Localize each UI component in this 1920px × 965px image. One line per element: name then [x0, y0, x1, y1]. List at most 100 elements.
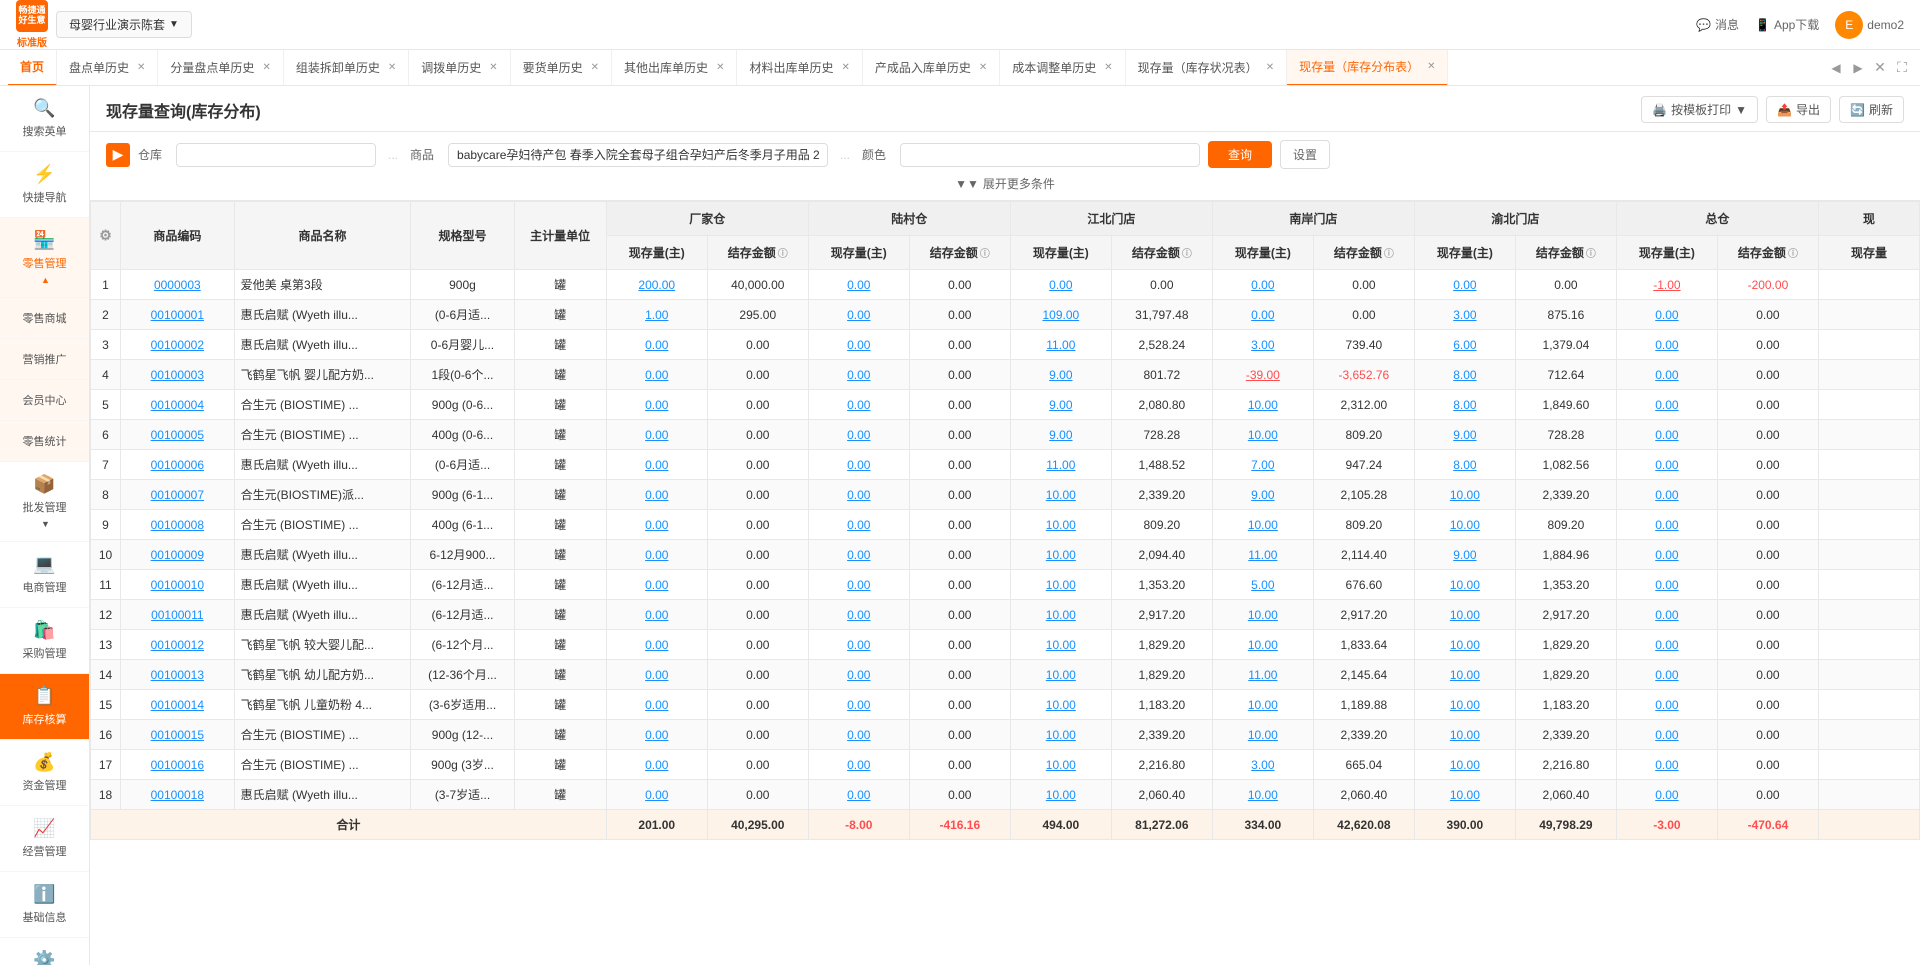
chevron-down-icon: ▼▼	[955, 177, 979, 191]
product-input[interactable]	[448, 143, 828, 167]
message-btn[interactable]: 💬 消息	[1696, 16, 1739, 33]
tab-material-out[interactable]: 材料出库单历史 ✕	[737, 50, 862, 86]
sidebar-item-retail-stat[interactable]: 零售统计	[0, 421, 89, 462]
cell-no: 10	[91, 540, 121, 570]
sidebar-item-nav[interactable]: ⚡ 快捷导航	[0, 152, 89, 218]
color-input[interactable]	[900, 143, 1200, 167]
info-icon[interactable]: ⓘ	[778, 249, 788, 260]
sidebar-item-member[interactable]: 会员中心	[0, 380, 89, 421]
tab-stock-dist[interactable]: 现存量（库存分布表） ✕	[1287, 50, 1448, 86]
tab-stock-status[interactable]: 现存量（库存状况表） ✕	[1126, 50, 1287, 86]
cell-jb-amt: 801.72	[1111, 360, 1212, 390]
close-icon[interactable]: ✕	[388, 62, 396, 73]
sidebar-item-operations[interactable]: 📈 经营管理	[0, 806, 89, 872]
cell-f-qty: 0.00	[606, 390, 707, 420]
tab-product-in[interactable]: 产成品入库单历史 ✕	[863, 50, 1000, 86]
close-icon[interactable]: ✕	[841, 62, 849, 73]
info-icon[interactable]: ⓘ	[1788, 249, 1798, 260]
settings-icon[interactable]: ⚙	[99, 227, 112, 243]
cell-name: 飞鹤星飞帆 幼儿配方奶...	[234, 660, 411, 690]
cell-extra	[1818, 540, 1919, 570]
user-area[interactable]: E demo2	[1835, 11, 1904, 39]
sidebar-item-ecommerce[interactable]: 💻 电商管理	[0, 542, 89, 608]
export-btn[interactable]: 📤 导出	[1766, 96, 1831, 123]
table-row: 16 00100015 合生元 (BIOSTIME) ... 900g (12-…	[91, 720, 1920, 750]
sidebar-item-system[interactable]: ⚙️ 系统管理	[0, 938, 89, 965]
close-icon[interactable]: ✕	[262, 62, 270, 73]
cell-unit: 罐	[514, 300, 606, 330]
sidebar-item-marketing[interactable]: 营销推广	[0, 339, 89, 380]
cell-extra	[1818, 480, 1919, 510]
sidebar-label: 快捷导航	[23, 189, 67, 205]
info-icon[interactable]: ⓘ	[1182, 249, 1192, 260]
info-icon[interactable]: ⓘ	[1586, 249, 1596, 260]
summary-yb-amt: 49,798.29	[1515, 810, 1616, 840]
sidebar-item-purchase[interactable]: 🛍️ 采购管理	[0, 608, 89, 674]
cell-yb-amt: 1,829.20	[1515, 660, 1616, 690]
col-f-amt: 结存金额ⓘ	[707, 236, 808, 270]
app-download-btn[interactable]: 📱 App下载	[1755, 16, 1819, 33]
table-container: ⚙ 商品编码 商品名称 规格型号 主计量单位 厂家仓 陆村仓 江北门店 南岸门店…	[90, 201, 1920, 965]
collapse-arrow[interactable]: ▶	[106, 143, 130, 167]
tab-inventory-check[interactable]: 盘点单历史 ✕	[57, 50, 158, 86]
sidebar-item-retail-mall[interactable]: 零售商城	[0, 298, 89, 339]
cell-na-qty: 10.00	[1212, 630, 1313, 660]
cell-na-amt: 1,833.64	[1313, 630, 1414, 660]
nav-expand-icon[interactable]: ⛶	[1892, 58, 1912, 78]
info-icon[interactable]: ⓘ	[980, 249, 990, 260]
cell-jb-qty: 9.00	[1010, 420, 1111, 450]
tab-assembly[interactable]: 组装拆卸单历史 ✕	[284, 50, 409, 86]
cell-name: 惠氏启赋 (Wyeth illu...	[234, 300, 411, 330]
info-icon[interactable]: ⓘ	[1384, 249, 1394, 260]
cell-jb-qty: 10.00	[1010, 570, 1111, 600]
sidebar-item-search[interactable]: 🔍 搜索英单	[0, 86, 89, 152]
cell-f-qty: 1.00	[606, 300, 707, 330]
nav-next-icon[interactable]: ▶	[1848, 58, 1868, 78]
cell-name: 合生元 (BIOSTIME) ...	[234, 510, 411, 540]
cell-l-qty: 0.00	[808, 510, 909, 540]
sidebar-item-finance[interactable]: 💰 资金管理	[0, 740, 89, 806]
sidebar-item-inventory[interactable]: 📋 库存核算	[0, 674, 89, 740]
close-icon[interactable]: ✕	[591, 62, 599, 73]
query-btn[interactable]: 查询	[1208, 141, 1272, 168]
cell-l-amt: 0.00	[909, 600, 1010, 630]
summary-na-amt: 42,620.08	[1313, 810, 1414, 840]
cell-yb-amt: 728.28	[1515, 420, 1616, 450]
cell-code: 00100013	[121, 660, 235, 690]
close-icon[interactable]: ✕	[716, 62, 724, 73]
close-icon[interactable]: ✕	[1266, 62, 1274, 73]
cell-yb-qty: 10.00	[1414, 630, 1515, 660]
tab-sub-inventory[interactable]: 分量盘点单历史 ✕	[158, 50, 283, 86]
tab-cost-adjust[interactable]: 成本调整单历史 ✕	[1000, 50, 1125, 86]
tab-home[interactable]: 首页	[8, 50, 57, 86]
expand-more-btn[interactable]: ▼▼ 展开更多条件	[106, 175, 1904, 192]
cell-na-amt: 2,145.64	[1313, 660, 1414, 690]
refresh-btn[interactable]: 🔄 刷新	[1839, 96, 1904, 123]
cell-f-qty: 0.00	[606, 690, 707, 720]
col-jb-qty: 现存量(主)	[1010, 236, 1111, 270]
sidebar-item-retail-mgmt[interactable]: 🏪 零售管理 ▲	[0, 218, 89, 298]
cell-l-amt: 0.00	[909, 330, 1010, 360]
industry-selector[interactable]: 母婴行业演示陈套 ▼	[56, 11, 192, 38]
nav-prev-icon[interactable]: ◀	[1826, 58, 1846, 78]
cell-total-amt: 0.00	[1717, 420, 1818, 450]
nav-close-all-icon[interactable]: ✕	[1870, 58, 1890, 78]
tab-other-out[interactable]: 其他出库单历史 ✕	[612, 50, 737, 86]
tab-transfer[interactable]: 调拨单历史 ✕	[409, 50, 510, 86]
close-icon[interactable]: ✕	[1427, 61, 1435, 72]
sidebar-item-wholesale[interactable]: 📦 批发管理 ▼	[0, 462, 89, 542]
sidebar-item-basic[interactable]: ℹ️ 基础信息	[0, 872, 89, 938]
col-total-amt: 结存金额ⓘ	[1717, 236, 1818, 270]
settings-btn[interactable]: 设置	[1280, 140, 1330, 169]
close-icon[interactable]: ✕	[1104, 62, 1112, 73]
cell-l-qty: 0.00	[808, 300, 909, 330]
warehouse-input[interactable]	[176, 143, 376, 167]
summary-extra	[1818, 810, 1919, 840]
col-yb-qty: 现存量(主)	[1414, 236, 1515, 270]
filter-row-1: ▶ 仓库 ... 商品 ... 颜色 查询 设置	[106, 140, 1904, 169]
close-icon[interactable]: ✕	[137, 62, 145, 73]
close-icon[interactable]: ✕	[979, 62, 987, 73]
print-btn[interactable]: 🖨️ 按模板打印 ▼	[1641, 96, 1758, 123]
close-icon[interactable]: ✕	[489, 62, 497, 73]
tab-requisition[interactable]: 要货单历史 ✕	[511, 50, 612, 86]
